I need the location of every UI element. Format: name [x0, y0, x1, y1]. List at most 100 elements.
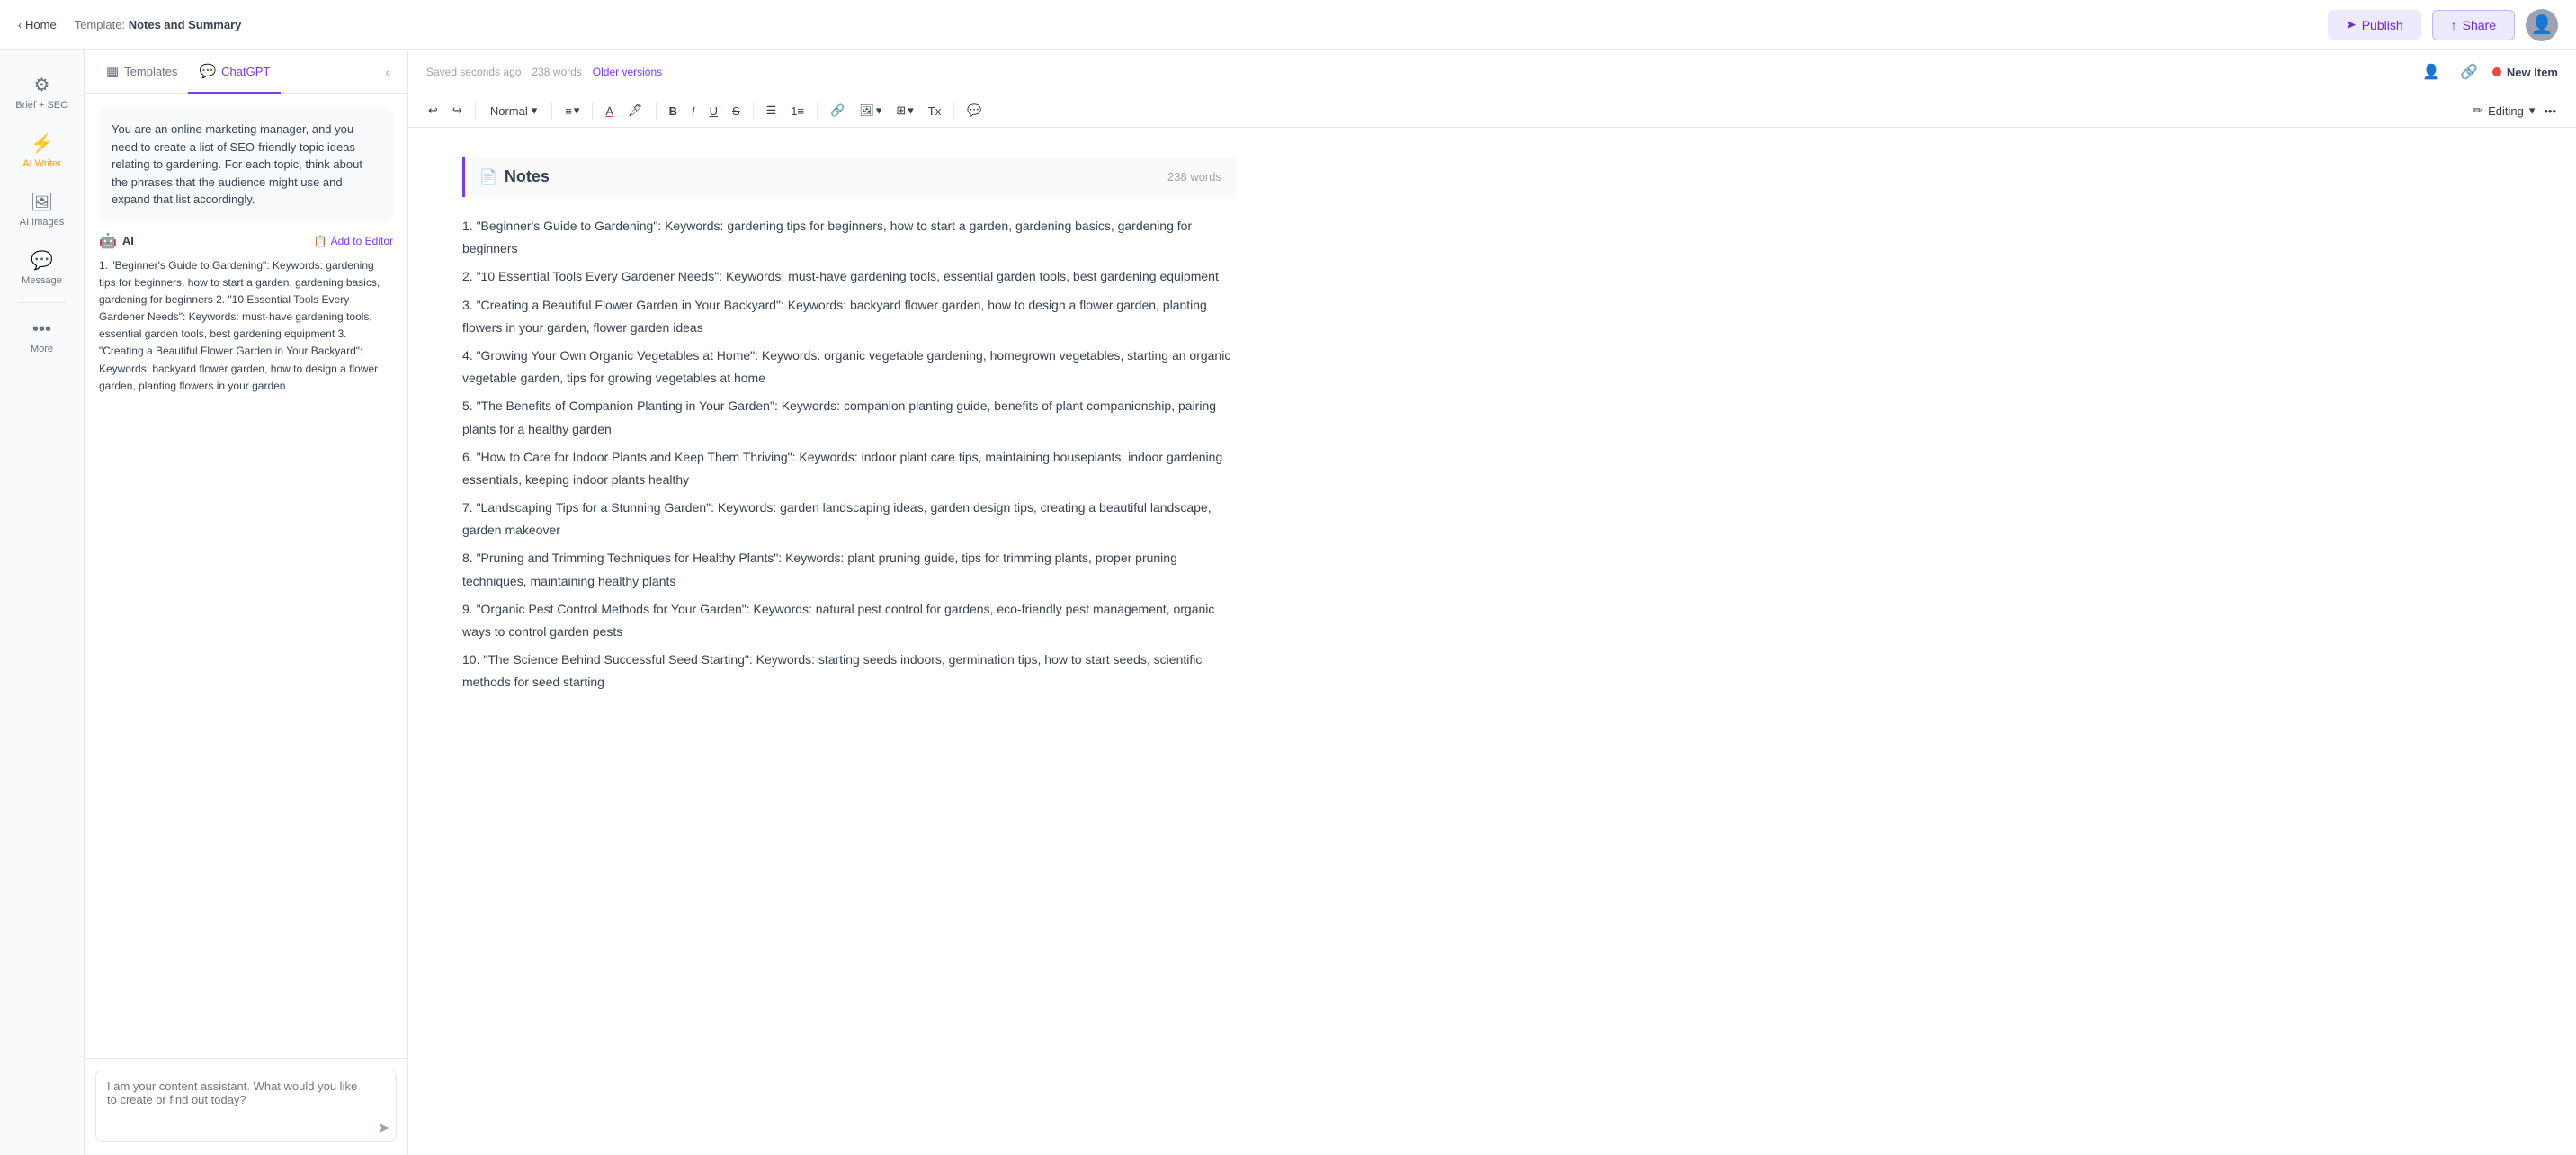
editing-button[interactable]: ✏ Editing ▾: [2473, 103, 2535, 118]
comment-icon: 💬: [967, 103, 981, 118]
panel-body: You are an online marketing manager, and…: [85, 94, 407, 1058]
sidebar-item-message[interactable]: 💬 Message: [6, 240, 78, 295]
align-button[interactable]: ≡ ▾: [559, 100, 585, 121]
publish-icon: ➤: [2346, 17, 2357, 32]
redo-button[interactable]: ↪: [447, 100, 468, 121]
avatar[interactable]: 👤: [2526, 9, 2558, 41]
ordered-list-button[interactable]: 1≡: [785, 101, 809, 121]
gear-icon: ⚙: [34, 74, 50, 96]
publish-button[interactable]: ➤ Publish: [2328, 10, 2421, 40]
clear-format-button[interactable]: Tx: [923, 101, 946, 121]
panel-tabs: ▦ Templates 💬 ChatGPT ‹: [85, 50, 407, 94]
bold-button[interactable]: B: [664, 101, 683, 121]
strikethrough-button[interactable]: S: [727, 101, 746, 121]
older-versions-link[interactable]: Older versions: [593, 66, 662, 78]
add-to-editor-label: Add to Editor: [331, 235, 393, 247]
highlight-button[interactable]: 🖊: [622, 100, 648, 121]
image-button[interactable]: 🖼 ▾: [854, 100, 887, 121]
home-link[interactable]: ‹ Home: [18, 18, 57, 31]
link-button[interactable]: 🔗: [825, 100, 850, 121]
share-icon: ↑: [2451, 18, 2457, 32]
new-item-button[interactable]: New Item: [2507, 66, 2558, 79]
chat-send-button[interactable]: ➤: [378, 1119, 389, 1137]
text-color-icon: A: [605, 104, 613, 118]
top-nav-right: ➤ Publish ↑ Share 👤: [2328, 9, 2558, 41]
clear-format-icon: Tx: [928, 104, 941, 118]
ai-robot-icon: 🤖: [99, 232, 117, 250]
share-label: Share: [2463, 18, 2496, 32]
text-color-button[interactable]: A: [600, 101, 619, 121]
table-chevron: ▾: [908, 103, 914, 118]
notes-header: 📄 Notes 238 words: [462, 157, 1236, 197]
publish-label: Publish: [2362, 18, 2403, 32]
tab-templates[interactable]: ▦ Templates: [95, 50, 188, 94]
editor-topbar-right: 👤 🔗 New Item: [2417, 58, 2558, 86]
italic-icon: I: [692, 104, 695, 118]
list-item: 6. "How to Care for Indoor Plants and Ke…: [462, 446, 1236, 491]
notes-title: Notes: [505, 167, 1160, 186]
user-circle-icon: 👤: [2422, 63, 2440, 81]
share-icon-btn[interactable]: 🔗: [2455, 58, 2483, 86]
format-select[interactable]: Normal ▾: [483, 100, 544, 121]
bullet-list-button[interactable]: ☰: [761, 100, 783, 121]
user-icon-btn[interactable]: 👤: [2417, 58, 2446, 86]
ai-label-text: AI: [122, 234, 134, 247]
breadcrumb-prefix: Template:: [75, 18, 125, 31]
editing-chevron: ▾: [2529, 103, 2536, 118]
add-to-editor-button[interactable]: 📋 Add to Editor: [314, 235, 393, 247]
format-label: Normal: [490, 104, 528, 118]
redo-icon: ↪: [452, 103, 462, 118]
italic-button[interactable]: I: [686, 101, 701, 121]
share-button[interactable]: ↑ Share: [2432, 10, 2515, 40]
chat-input-wrap: ➤: [95, 1070, 397, 1144]
panel-collapse-button[interactable]: ‹: [378, 58, 397, 86]
editor-inner: 📄 Notes 238 words 1. "Beginner's Guide t…: [462, 157, 1236, 694]
sidebar-label-brief-seo: Brief + SEO: [15, 100, 67, 111]
editor-list: 1. "Beginner's Guide to Gardening": Keyw…: [462, 215, 1236, 694]
ellipsis-icon: •••: [2544, 104, 2556, 118]
editor-topbar: Saved seconds ago 238 words Older versio…: [408, 50, 2576, 94]
sidebar-label-ai-writer: AI Writer: [22, 158, 61, 169]
sidebar-item-brief-seo[interactable]: ⚙ Brief + SEO: [6, 65, 78, 120]
bullet-list-icon: ☰: [766, 103, 777, 118]
save-status: Saved seconds ago: [426, 66, 521, 78]
align-chevron: ▾: [574, 103, 580, 118]
sidebar-item-ai-images[interactable]: 🖼 AI Images: [6, 182, 78, 237]
image-icon: 🖼: [31, 191, 53, 213]
underline-button[interactable]: U: [704, 101, 723, 121]
chat-prompt-text: You are an online marketing manager, and…: [112, 122, 362, 206]
toolbar-divider-1: [475, 102, 476, 120]
ai-label: 🤖 AI: [99, 232, 134, 250]
toolbar-divider-2: [551, 102, 552, 120]
new-item-area: New Item: [2492, 66, 2558, 79]
notes-wordcount: 238 words: [1167, 170, 1221, 184]
table-icon: ⊞: [896, 103, 906, 118]
tab-templates-label: Templates: [124, 65, 177, 78]
undo-button[interactable]: ↩: [423, 100, 443, 121]
more-options-button[interactable]: •••: [2538, 101, 2562, 121]
table-button[interactable]: ⊞ ▾: [890, 100, 918, 121]
main-layout: ⚙ Brief + SEO ⚡ AI Writer 🖼 AI Images 💬 …: [0, 50, 2576, 1155]
home-label: Home: [25, 18, 57, 31]
ai-response-header: 🤖 AI 📋 Add to Editor: [99, 232, 393, 250]
editor-content: 📄 Notes 238 words 1. "Beginner's Guide t…: [408, 128, 2576, 1155]
panel: ▦ Templates 💬 ChatGPT ‹ You are an onlin…: [85, 50, 408, 1155]
tab-chatgpt-label: ChatGPT: [221, 65, 270, 78]
list-item: 5. "The Benefits of Companion Planting i…: [462, 395, 1236, 440]
link-icon: 🔗: [830, 103, 845, 118]
sidebar-item-ai-writer[interactable]: ⚡ AI Writer: [6, 123, 78, 178]
toolbar-divider-3: [592, 102, 593, 120]
align-icon: ≡: [565, 104, 572, 118]
list-item: 4. "Growing Your Own Organic Vegetables …: [462, 345, 1236, 389]
tab-chatgpt[interactable]: 💬 ChatGPT: [188, 50, 281, 94]
comment-button[interactable]: 💬: [962, 100, 987, 121]
breadcrumb-title: Notes and Summary: [129, 18, 242, 31]
add-icon: 📋: [314, 235, 327, 247]
chat-input[interactable]: [95, 1070, 397, 1142]
sidebar-label-more: More: [31, 344, 53, 354]
chat-input-area: ➤: [85, 1058, 407, 1155]
image-icon: 🖼: [859, 103, 874, 118]
sidebar-item-more[interactable]: ••• More: [6, 310, 78, 363]
image-chevron: ▾: [876, 103, 882, 118]
undo-icon: ↩: [428, 103, 438, 118]
